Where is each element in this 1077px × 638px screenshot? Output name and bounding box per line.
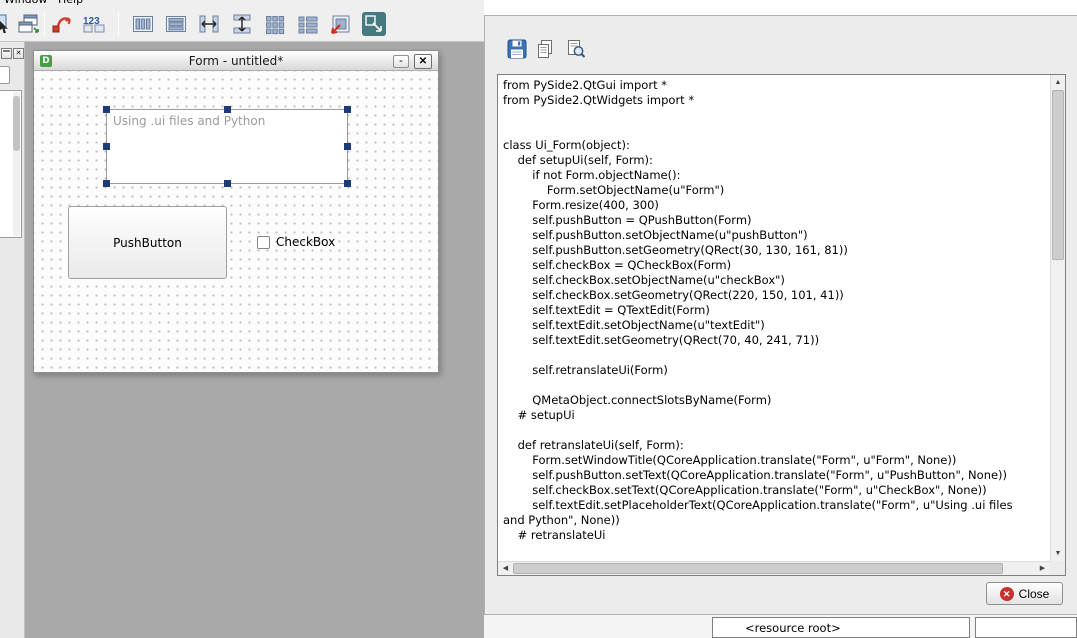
layout-vertical-splitter-icon [230, 12, 254, 36]
layout-horizontally-icon [131, 12, 155, 36]
raise-widget-icon [16, 12, 40, 36]
tab-order-label: 123 [83, 16, 100, 27]
edit-tab-order-button[interactable]: 123 [82, 12, 106, 36]
toolbar-separator [44, 12, 45, 36]
adjust-size-button[interactable] [362, 12, 386, 36]
code-view[interactable]: from PySide2.QtGui import * from PySide2… [497, 74, 1066, 576]
textedit-widget[interactable]: Using .ui files and Python [106, 109, 348, 184]
resource-side-panel[interactable] [975, 617, 1077, 638]
resource-browser-dock: <resource root> [484, 615, 1077, 638]
layout-grid-icon [263, 12, 287, 36]
dock-list-scroll-thumb[interactable] [13, 96, 20, 151]
form-window-title: Form - untitled* [34, 54, 438, 68]
dock-filter-input[interactable] [0, 66, 10, 84]
close-x-icon: ✕ [1000, 587, 1014, 601]
find-icon [565, 38, 587, 60]
layout-horizontal-splitter-icon [197, 12, 221, 36]
left-dock-rail: ✕ [0, 42, 25, 638]
edit-widgets-button[interactable] [0, 12, 13, 36]
edit-signals-slots-button[interactable] [50, 12, 74, 36]
selection-handle[interactable] [103, 180, 110, 187]
vertical-scroll-thumb[interactable] [1052, 90, 1064, 260]
minimize-button[interactable]: - [393, 55, 409, 68]
pushbutton-label: PushButton [113, 236, 182, 250]
checkbox-widget[interactable] [257, 236, 270, 249]
scroll-down-button[interactable]: ▼ [1051, 547, 1065, 560]
horizontal-scroll-thumb[interactable] [513, 563, 1003, 574]
copy-icon [534, 38, 556, 60]
layout-form-button[interactable] [296, 12, 320, 36]
code-preview-dialog: from PySide2.QtGui import * from PySide2… [484, 15, 1077, 615]
save-icon [506, 38, 528, 60]
dock-close-button[interactable]: ✕ [13, 48, 24, 59]
layout-vertically-button[interactable] [164, 12, 188, 36]
selection-handle[interactable] [344, 180, 351, 187]
selection-handle[interactable] [103, 106, 110, 113]
form-window: D Form - untitled* - ✕ Using .ui files a… [33, 50, 439, 373]
dock-float-button[interactable] [1, 48, 12, 59]
toolbar-separator [118, 12, 119, 36]
selection-handle[interactable] [344, 106, 351, 113]
menubar: Window Help [0, 0, 484, 8]
adjust-size-icon [362, 12, 386, 36]
copy-button[interactable] [532, 36, 558, 62]
close-button-label: Close [1019, 587, 1050, 601]
selection-handle[interactable] [344, 143, 351, 150]
layout-vertical-splitter-button[interactable] [230, 12, 254, 36]
toolbar: 123 [0, 8, 484, 42]
scroll-right-button[interactable]: ▶ [1036, 562, 1049, 575]
horizontal-scrollbar[interactable]: ◀ ▶ [498, 561, 1050, 575]
layout-grid-button[interactable] [263, 12, 287, 36]
close-dialog-button[interactable]: ✕ Close [986, 582, 1063, 605]
vertical-scrollbar[interactable]: ▲ ▼ [1050, 75, 1065, 561]
scroll-up-button[interactable]: ▲ [1051, 76, 1065, 89]
save-button[interactable] [504, 36, 530, 62]
layout-form-icon [296, 12, 320, 36]
scroll-left-button[interactable]: ◀ [499, 562, 512, 575]
selection-handle[interactable] [224, 106, 231, 113]
pushbutton-widget[interactable]: PushButton [68, 206, 227, 279]
menu-window[interactable]: Window [4, 0, 47, 6]
layout-horizontally-button[interactable] [131, 12, 155, 36]
edit-signals-slots-icon [50, 12, 74, 36]
scrollbar-corner [1050, 561, 1065, 575]
close-window-button[interactable]: ✕ [414, 54, 432, 69]
selection-handle[interactable] [103, 143, 110, 150]
selection-handle[interactable] [224, 180, 231, 187]
dock-list-scrollbar[interactable] [13, 92, 20, 236]
form-window-titlebar[interactable]: D Form - untitled* - ✕ [34, 51, 438, 71]
resource-root-item[interactable]: <resource root> [712, 617, 970, 638]
dock-list[interactable] [0, 90, 22, 238]
edit-widgets-icon [0, 12, 13, 36]
menu-help[interactable]: Help [58, 0, 83, 6]
form-canvas[interactable]: Using .ui files and Python PushButton Ch… [34, 71, 438, 372]
textedit-placeholder: Using .ui files and Python [107, 110, 347, 132]
break-layout-button[interactable] [329, 12, 353, 36]
checkbox-label: CheckBox [276, 235, 335, 249]
layout-vertically-icon [164, 12, 188, 36]
raise-widget-button[interactable] [16, 12, 40, 36]
find-button[interactable] [563, 36, 589, 62]
layout-horizontal-splitter-button[interactable] [197, 12, 221, 36]
break-layout-icon [329, 12, 353, 36]
code-text[interactable]: from PySide2.QtGui import * from PySide2… [498, 75, 1050, 561]
